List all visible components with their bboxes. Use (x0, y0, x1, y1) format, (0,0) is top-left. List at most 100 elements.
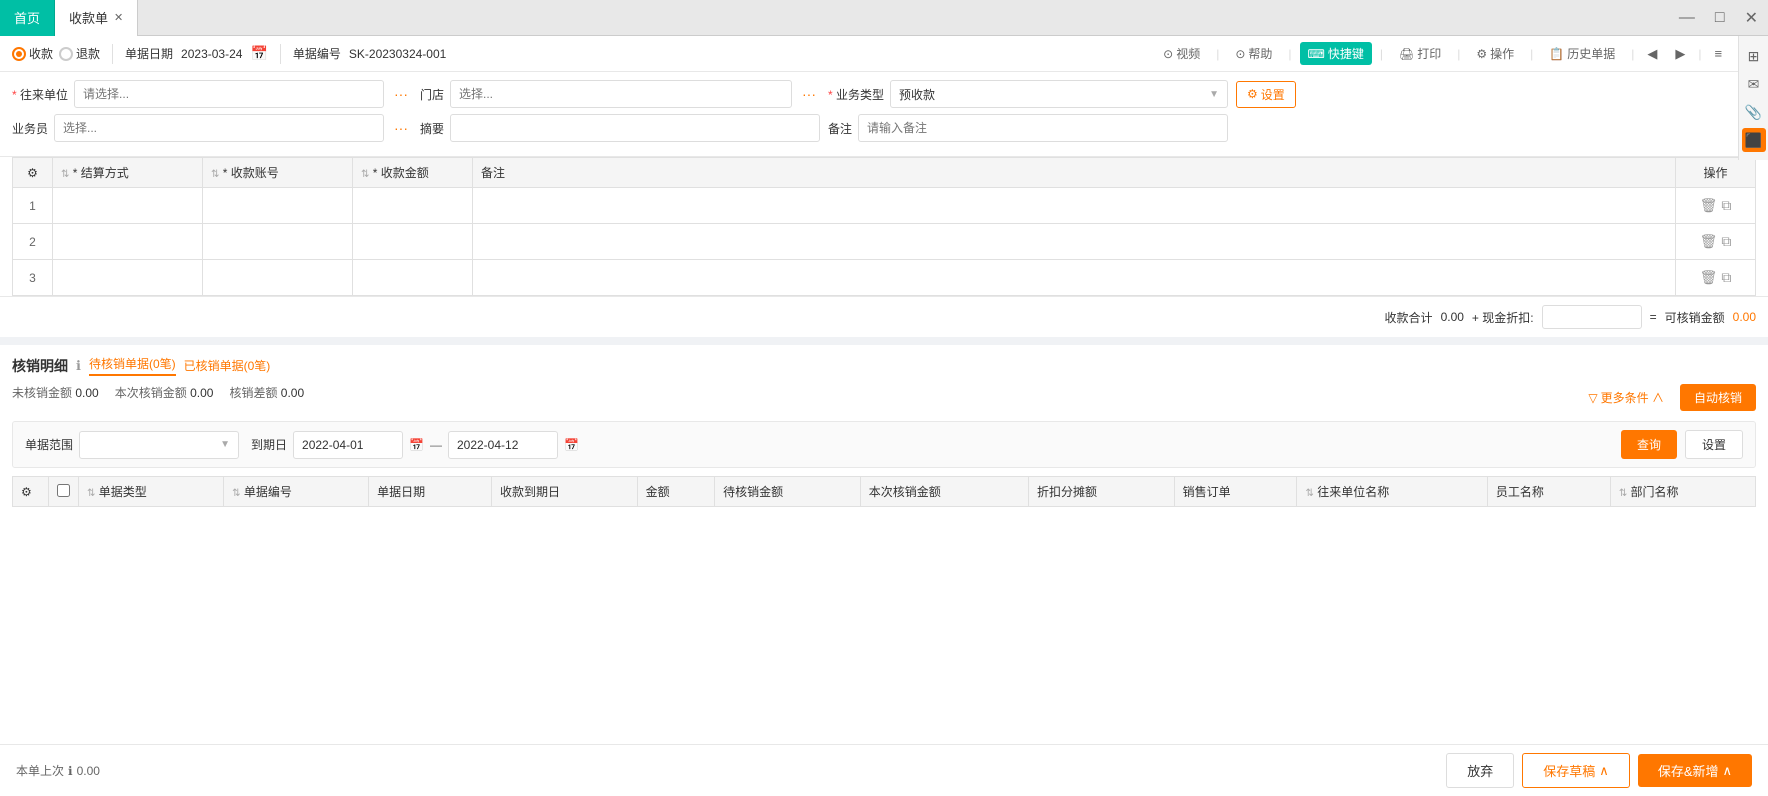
done-tab[interactable]: 已核销单据(0笔) (184, 357, 271, 374)
row2-amount[interactable] (353, 224, 473, 260)
col-operation-header: 操作 (1676, 158, 1756, 188)
partner-more-icon[interactable]: ··· (390, 86, 412, 102)
bottom-info: 本单上次 ℹ 0.00 (16, 762, 100, 779)
store-more-icon[interactable]: ··· (798, 86, 820, 102)
window-maximize-btn[interactable]: □ (1705, 9, 1735, 27)
radio-receipt[interactable]: 收款 (12, 45, 53, 62)
row3-delete-icon[interactable]: 🗑 (1700, 269, 1718, 286)
row1-action-icons: 🗑 ⧉ (1684, 197, 1747, 214)
window-close-btn[interactable]: ✕ (1735, 8, 1768, 28)
row3-amount[interactable] (353, 260, 473, 296)
vcol-bill-no: ⇅ 单据编号 (224, 477, 369, 507)
save-draft-btn[interactable]: 保存草稿 ∧ (1522, 753, 1630, 788)
window-minimize-btn[interactable]: — (1669, 9, 1705, 27)
tab-receipt[interactable]: 收款单 ✕ (55, 0, 138, 36)
remark-input[interactable] (858, 114, 1228, 142)
select-all-checkbox[interactable] (57, 484, 70, 497)
save-new-btn[interactable]: 保存&新增 ∧ (1638, 754, 1752, 787)
toolbar-row: 收款 退款 单据日期 2023-03-24 📅 单据编号 SK-20230324… (0, 36, 1768, 72)
available-label: 可核销金额 (1665, 309, 1725, 326)
row1-account[interactable] (203, 188, 353, 224)
help-btn[interactable]: ⊙ 帮助 (1227, 42, 1280, 65)
date-to-input[interactable] (448, 431, 558, 459)
vcol-amount: 金额 (637, 477, 715, 507)
form-row-1: * 往来单位 ··· 门店 ··· * 业务类型 预收款 ▼ (12, 80, 1756, 108)
row2-remark[interactable] (473, 224, 1676, 260)
operate-btn[interactable]: ⚙ 操作 (1468, 42, 1522, 65)
range-select[interactable]: ▼ (79, 431, 239, 459)
staff-more-icon[interactable]: ··· (390, 120, 412, 136)
calendar-to-icon[interactable]: 📅 (564, 438, 579, 452)
bottom-bar: 本单上次 ℹ 0.00 放弃 保存草稿 ∧ 保存&新增 ∧ (0, 744, 1768, 796)
help-icon: ⊙ (1235, 47, 1245, 61)
history-icon: 📋 (1549, 47, 1564, 61)
vcol-checkbox[interactable] (49, 477, 79, 507)
row2-copy-icon[interactable]: ⧉ (1721, 233, 1731, 250)
right-mail-icon[interactable]: ✉ (1742, 72, 1766, 96)
available-value: 0.00 (1733, 310, 1756, 324)
shortcut-btn[interactable]: ⌨ 快捷键 (1300, 42, 1372, 65)
total-label: 收款合计 (1385, 309, 1433, 326)
store-label: 门店 (420, 86, 444, 103)
col-settings-header[interactable]: ⚙ (13, 158, 53, 188)
right-table-icon[interactable]: ⊞ (1742, 44, 1766, 68)
row3-payment[interactable] (53, 260, 203, 296)
biztype-select[interactable]: 预收款 ▼ (890, 80, 1228, 108)
row3-copy-icon[interactable]: ⧉ (1721, 269, 1731, 286)
row2-delete-icon[interactable]: 🗑 (1700, 233, 1718, 250)
due-date-filter: 到期日 📅 — 📅 (251, 431, 579, 459)
range-chevron-icon: ▼ (220, 439, 230, 450)
verify-title: 核销明细 (12, 356, 68, 376)
video-btn[interactable]: ⊙ 视频 (1155, 42, 1208, 65)
vcol-pending-amount: 待核销金额 (715, 477, 861, 507)
nav-prev-btn[interactable]: ◀ (1642, 44, 1662, 64)
right-attach-icon[interactable]: 📎 (1742, 100, 1766, 124)
radio-receipt-dot (12, 47, 26, 61)
remark-field: 备注 (828, 114, 1228, 142)
history-btn[interactable]: 📋 历史单据 (1541, 42, 1623, 65)
store-input[interactable] (450, 80, 792, 108)
number-label: 单据编号 (293, 45, 341, 62)
date-from-input[interactable] (293, 431, 403, 459)
settings-small-btn[interactable]: 设置 (1685, 430, 1743, 459)
row1-remark[interactable] (473, 188, 1676, 224)
vcol-settings[interactable]: ⚙ (13, 477, 49, 507)
form-area: * 往来单位 ··· 门店 ··· * 业务类型 预收款 ▼ (0, 72, 1768, 157)
staff-input[interactable] (54, 114, 384, 142)
right-expand-icon[interactable]: ⬛ (1742, 128, 1766, 152)
row1-amount[interactable] (353, 188, 473, 224)
discount-input[interactable] (1542, 305, 1642, 329)
row3-account[interactable] (203, 260, 353, 296)
nav-next-btn[interactable]: ▶ (1670, 44, 1690, 64)
row1-delete-icon[interactable]: 🗑 (1700, 197, 1718, 214)
print-btn[interactable]: 🖨 打印 (1391, 42, 1449, 65)
query-btn[interactable]: 查询 (1621, 430, 1677, 459)
settings-btn[interactable]: ⚙ 设置 (1236, 81, 1296, 108)
abandon-btn[interactable]: 放弃 (1446, 753, 1514, 788)
auto-verify-btn[interactable]: 自动核销 (1680, 384, 1756, 411)
radio-refund[interactable]: 退款 (59, 45, 100, 62)
summary-input[interactable] (450, 114, 820, 142)
row2-payment[interactable] (53, 224, 203, 260)
equals-label: = (1650, 310, 1657, 324)
table-area: ⚙ ⇅ * 结算方式 ⇅ * 收款账号 ⇅ * 收款金额 (0, 157, 1768, 296)
row1-copy-icon[interactable]: ⧉ (1721, 197, 1731, 214)
filter-row: 单据范围 ▼ 到期日 📅 — 📅 查询 设置 (12, 421, 1756, 468)
partner-input[interactable] (74, 80, 384, 108)
tab-close-icon[interactable]: ✕ (114, 11, 123, 24)
print-icon: 🖨 (1399, 47, 1414, 61)
row2-account[interactable] (203, 224, 353, 260)
biztype-field: * 业务类型 预收款 ▼ (828, 80, 1228, 108)
summary-label: 摘要 (420, 120, 444, 137)
list-view-btn[interactable]: ≡ (1710, 44, 1728, 63)
date-calendar-icon[interactable]: 📅 (250, 45, 267, 62)
row3-remark[interactable] (473, 260, 1676, 296)
vcol-partner-name: ⇅ 往来单位名称 (1297, 477, 1487, 507)
filter-icon: ▽ (1588, 391, 1597, 405)
calendar-from-icon[interactable]: 📅 (409, 438, 424, 452)
pending-tab[interactable]: 待核销单据(0笔) (89, 355, 176, 376)
verify-info-icon[interactable]: ℹ (76, 358, 81, 374)
more-conditions-btn[interactable]: ▽ 更多条件 ∧ (1588, 384, 1664, 411)
row1-payment[interactable] (53, 188, 203, 224)
tab-home[interactable]: 首页 (0, 0, 55, 36)
